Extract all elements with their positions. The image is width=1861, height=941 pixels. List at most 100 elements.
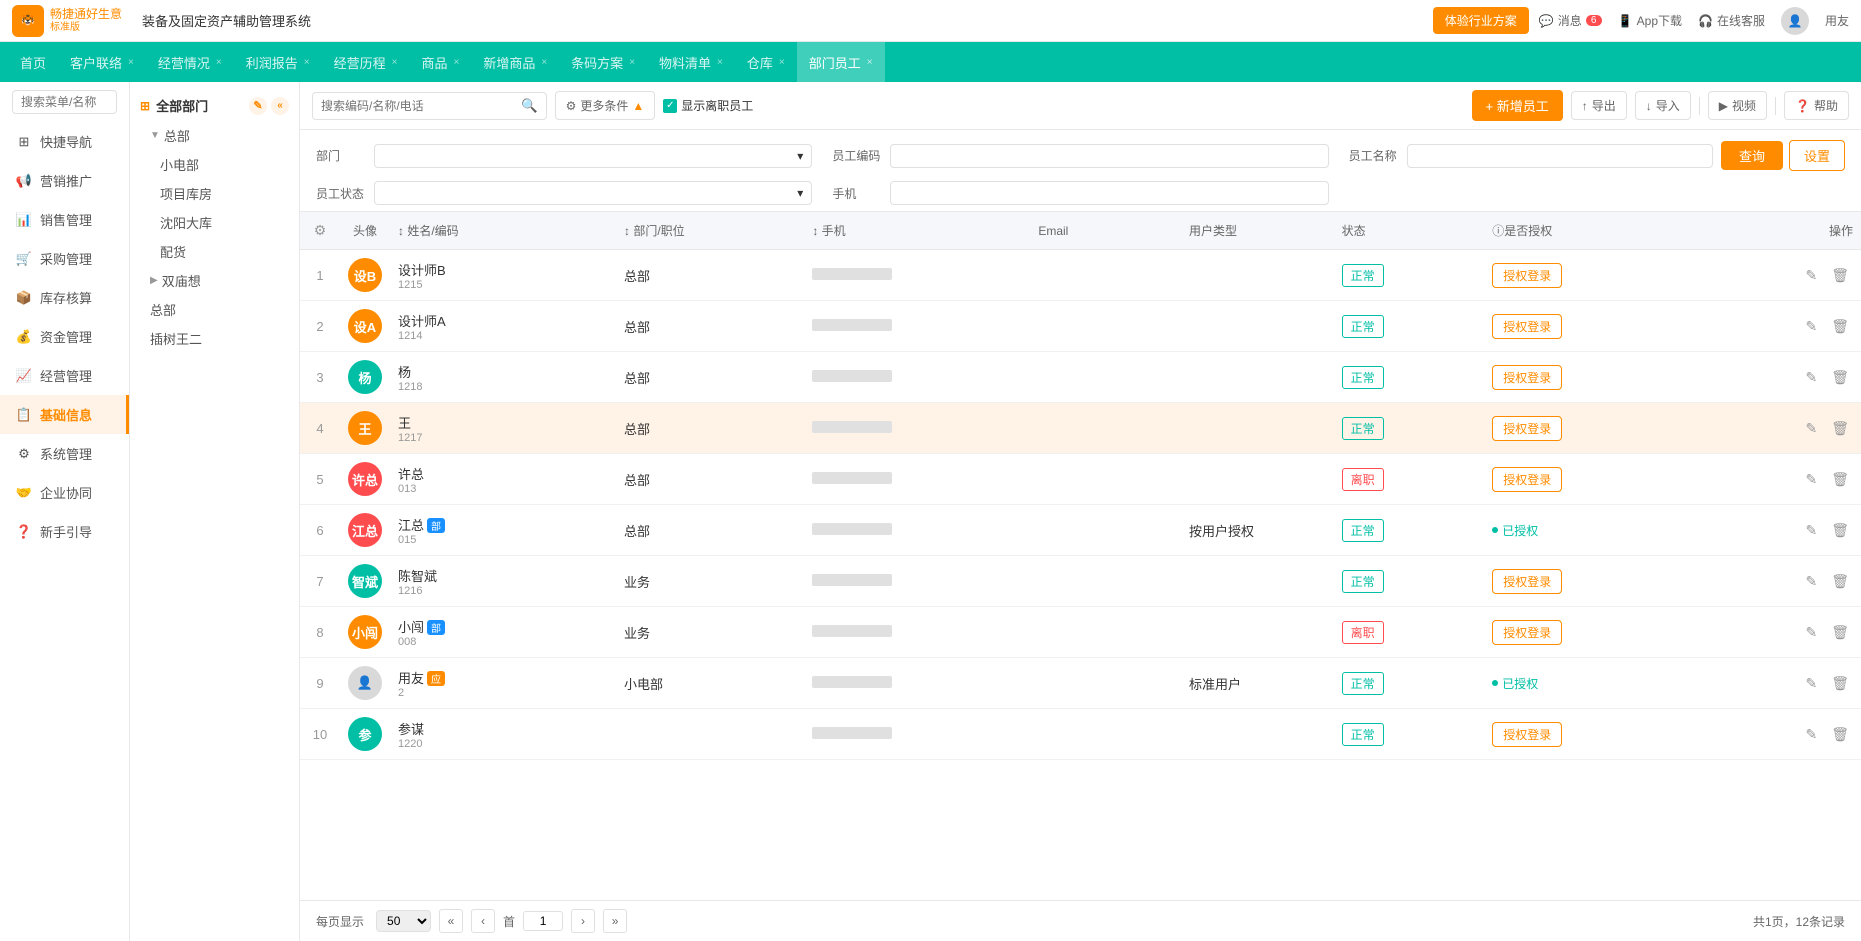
settings-button[interactable]: 设置 bbox=[1789, 140, 1845, 171]
emp-code-input[interactable] bbox=[890, 144, 1328, 168]
delete-button[interactable]: 🗑 bbox=[1827, 724, 1853, 745]
sidebar-item-ops[interactable]: 📈 经营管理 bbox=[0, 356, 129, 395]
tree-node-hq2[interactable]: 总部 bbox=[130, 295, 299, 324]
auth-button[interactable]: 授权登录 bbox=[1492, 365, 1562, 390]
user-avatar[interactable]: 👤 bbox=[1781, 7, 1809, 35]
auth-button[interactable]: 授权登录 bbox=[1492, 263, 1562, 288]
sidebar-item-finance[interactable]: 💰 资金管理 bbox=[0, 317, 129, 356]
tree-child-project[interactable]: 项目库房 bbox=[130, 179, 299, 208]
delete-button[interactable]: 🗑 bbox=[1827, 520, 1853, 541]
close-icon[interactable]: × bbox=[216, 57, 222, 68]
dept-select[interactable]: ▾ bbox=[374, 144, 812, 168]
navtab-goods[interactable]: 商品× bbox=[409, 42, 471, 82]
sidebar-item-system[interactable]: ⚙ 系统管理 bbox=[0, 434, 129, 473]
navtab-customers[interactable]: 客户联络× bbox=[58, 42, 146, 82]
auth-button[interactable]: 授权登录 bbox=[1492, 722, 1562, 747]
delete-button[interactable]: 🗑 bbox=[1827, 367, 1853, 388]
auth-button[interactable]: 授权登录 bbox=[1492, 416, 1562, 441]
delete-button[interactable]: 🗑 bbox=[1827, 571, 1853, 592]
edit-button[interactable]: ✎ bbox=[1801, 469, 1821, 490]
help-button[interactable]: ❓ 帮助 bbox=[1784, 91, 1849, 120]
app-action[interactable]: 📱 App下载 bbox=[1618, 12, 1682, 29]
edit-button[interactable]: ✎ bbox=[1801, 673, 1821, 694]
tree-node-headquarter[interactable]: ▼ 总部 bbox=[130, 121, 299, 150]
sidebar-item-purchase[interactable]: 🛒 采购管理 bbox=[0, 239, 129, 278]
auth-button[interactable]: 授权登录 bbox=[1492, 569, 1562, 594]
sidebar-item-guide[interactable]: ❓ 新手引导 bbox=[0, 512, 129, 551]
delete-button[interactable]: 🗑 bbox=[1827, 673, 1853, 694]
delete-button[interactable]: 🗑 bbox=[1827, 418, 1853, 439]
close-icon[interactable]: × bbox=[717, 57, 723, 68]
navtab-process[interactable]: 经营历程× bbox=[322, 42, 410, 82]
tree-child-small-elec[interactable]: 小电部 bbox=[130, 150, 299, 179]
navtab-profit[interactable]: 利润报告× bbox=[234, 42, 322, 82]
close-icon[interactable]: × bbox=[304, 57, 310, 68]
tree-child-distribution[interactable]: 配货 bbox=[130, 237, 299, 266]
sidebar-item-inventory[interactable]: 📦 库存核算 bbox=[0, 278, 129, 317]
close-icon[interactable]: × bbox=[541, 57, 547, 68]
col-dept[interactable]: ↕ 部门/职位 bbox=[616, 212, 804, 250]
last-page-btn[interactable]: » bbox=[603, 909, 627, 933]
auth-button[interactable]: 授权登录 bbox=[1492, 314, 1562, 339]
export-button[interactable]: ↑ 导出 bbox=[1571, 91, 1627, 120]
edit-button[interactable]: ✎ bbox=[1801, 724, 1821, 745]
sidebar-item-basic-info[interactable]: 📋 基础信息 bbox=[0, 395, 129, 434]
emp-name-input[interactable] bbox=[1407, 144, 1713, 168]
edit-button[interactable]: ✎ bbox=[1801, 367, 1821, 388]
navtab-bom[interactable]: 物料清单× bbox=[647, 42, 735, 82]
sidebar-item-enterprise[interactable]: 🤝 企业协同 bbox=[0, 473, 129, 512]
navtab-operations[interactable]: 经营情况× bbox=[146, 42, 234, 82]
per-page-select[interactable]: 50 20 100 bbox=[376, 910, 431, 932]
search-button[interactable]: 🔍 bbox=[513, 93, 546, 119]
delete-button[interactable]: 🗑 bbox=[1827, 622, 1853, 643]
tree-node-chashuwang[interactable]: 插树王二 bbox=[130, 324, 299, 353]
add-employee-button[interactable]: + 新增员工 bbox=[1472, 90, 1563, 121]
edit-button[interactable]: ✎ bbox=[1801, 520, 1821, 541]
tree-node-shuangmiao[interactable]: ▶ 双庙想 bbox=[130, 266, 299, 295]
tree-collapse-btn[interactable]: « bbox=[271, 97, 289, 115]
auth-button[interactable]: 授权登录 bbox=[1492, 620, 1562, 645]
video-button[interactable]: ▶ 视频 bbox=[1708, 91, 1767, 120]
phone-input[interactable] bbox=[890, 181, 1328, 205]
message-action[interactable]: 💬 消息 6 bbox=[1539, 12, 1602, 29]
status-select[interactable]: ▾ bbox=[374, 181, 812, 205]
search-input[interactable] bbox=[313, 94, 513, 118]
first-page-btn[interactable]: « bbox=[439, 909, 463, 933]
support-action[interactable]: 🎧 在线客服 bbox=[1698, 12, 1765, 29]
close-icon[interactable]: × bbox=[128, 57, 134, 68]
edit-button[interactable]: ✎ bbox=[1801, 571, 1821, 592]
sidebar-item-quick-nav[interactable]: ⊞ 快捷导航 bbox=[0, 122, 129, 161]
navtab-home[interactable]: 首页 bbox=[8, 42, 58, 82]
experience-btn[interactable]: 体验行业方案 bbox=[1433, 7, 1529, 34]
close-icon[interactable]: × bbox=[629, 57, 635, 68]
more-filter-btn[interactable]: ⚙ 更多条件 ▲ bbox=[555, 91, 656, 120]
tree-child-shenyang[interactable]: 沈阳大库 bbox=[130, 208, 299, 237]
show-resigned-check[interactable]: ✓ 显示离职员工 bbox=[663, 97, 753, 114]
navtab-employees[interactable]: 部门员工× bbox=[797, 42, 885, 82]
delete-button[interactable]: 🗑 bbox=[1827, 316, 1853, 337]
col-settings[interactable]: ⚙ bbox=[300, 212, 340, 250]
next-page-btn[interactable]: › bbox=[571, 909, 595, 933]
navtab-warehouse[interactable]: 仓库× bbox=[735, 42, 797, 82]
prev-page-btn[interactable]: ‹ bbox=[471, 909, 495, 933]
delete-button[interactable]: 🗑 bbox=[1827, 469, 1853, 490]
auth-button[interactable]: 授权登录 bbox=[1492, 467, 1562, 492]
col-name[interactable]: ↕ 姓名/编码 bbox=[390, 212, 616, 250]
navtab-barcode[interactable]: 条码方案× bbox=[559, 42, 647, 82]
close-icon[interactable]: × bbox=[453, 57, 459, 68]
tree-edit-btn[interactable]: ✎ bbox=[249, 97, 267, 115]
import-button[interactable]: ↓ 导入 bbox=[1635, 91, 1691, 120]
delete-button[interactable]: 🗑 bbox=[1827, 265, 1853, 286]
close-icon[interactable]: × bbox=[867, 57, 873, 68]
edit-button[interactable]: ✎ bbox=[1801, 622, 1821, 643]
sidebar-item-sales[interactable]: 📊 销售管理 bbox=[0, 200, 129, 239]
query-button[interactable]: 查询 bbox=[1721, 141, 1783, 170]
col-phone[interactable]: ↕ 手机 bbox=[804, 212, 1030, 250]
navtab-add-goods[interactable]: 新增商品× bbox=[471, 42, 559, 82]
page-input[interactable] bbox=[523, 911, 563, 931]
close-icon[interactable]: × bbox=[392, 57, 398, 68]
edit-button[interactable]: ✎ bbox=[1801, 265, 1821, 286]
close-icon[interactable]: × bbox=[779, 57, 785, 68]
edit-button[interactable]: ✎ bbox=[1801, 316, 1821, 337]
edit-button[interactable]: ✎ bbox=[1801, 418, 1821, 439]
